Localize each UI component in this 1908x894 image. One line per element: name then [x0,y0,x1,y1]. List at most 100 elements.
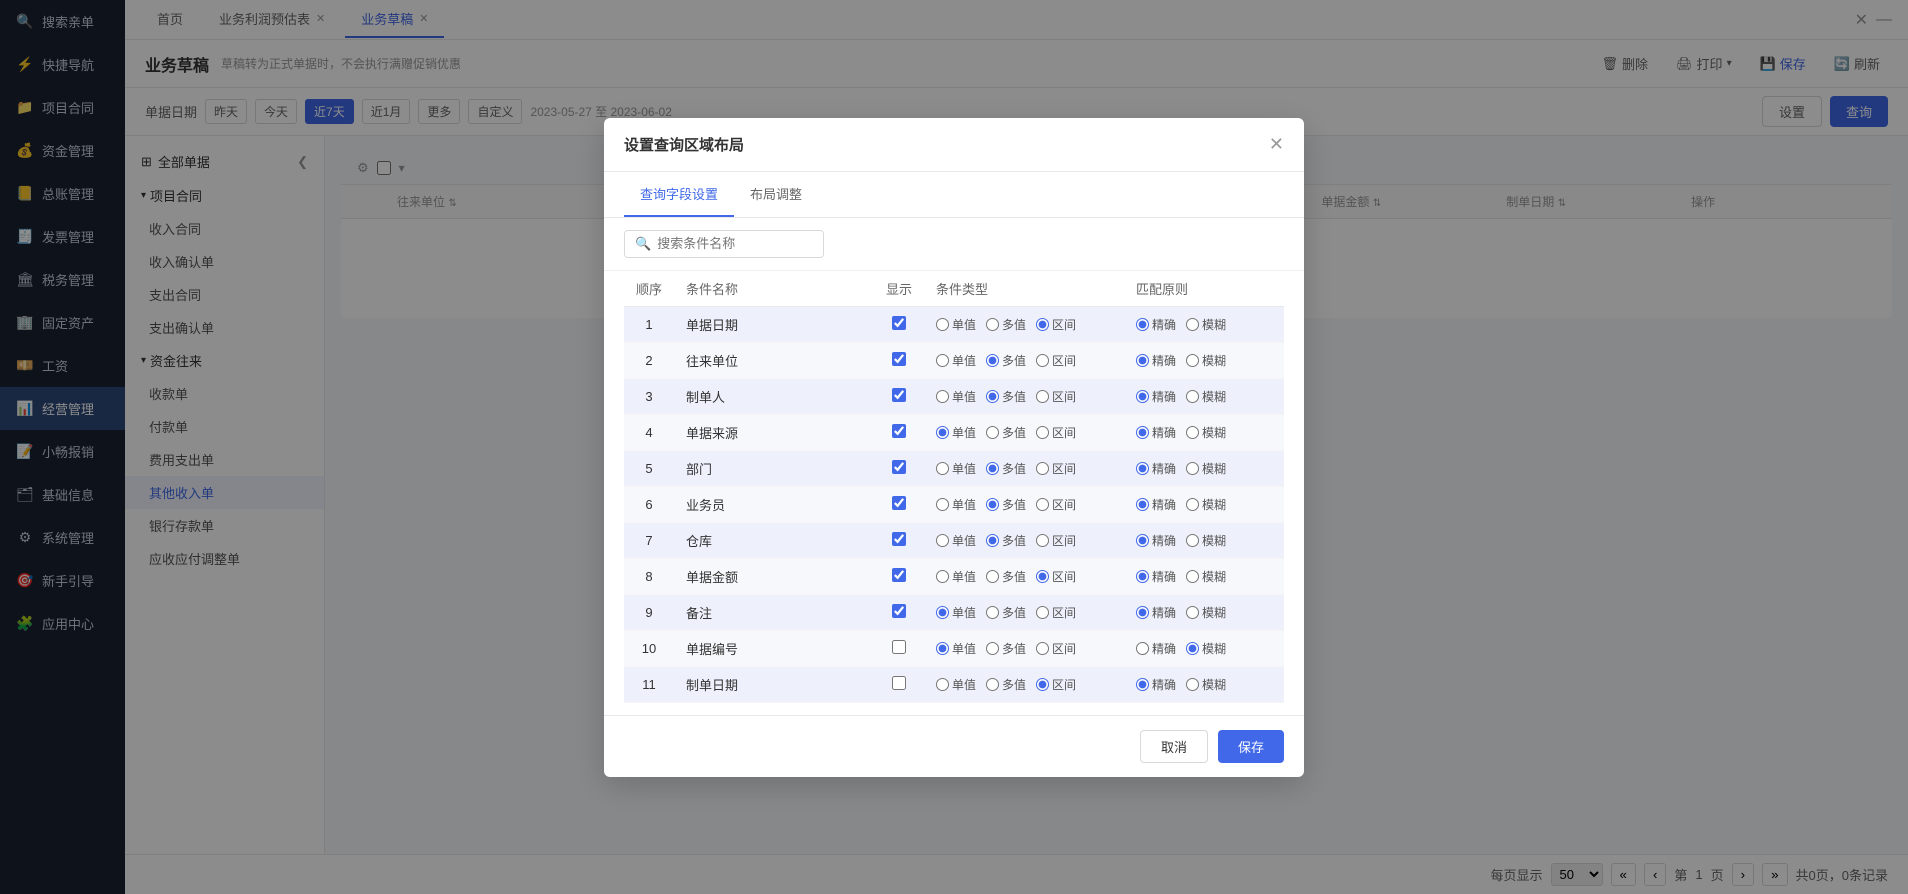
match-option-模糊[interactable]: 模糊 [1186,460,1226,477]
show-checkbox-1[interactable] [892,316,906,330]
match-radio-11-模糊[interactable] [1186,678,1199,691]
match-option-模糊[interactable]: 模糊 [1186,604,1226,621]
type-option-单值[interactable]: 单值 [936,424,976,441]
match-radio-8-模糊[interactable] [1186,570,1199,583]
type-option-区间[interactable]: 区间 [1036,532,1076,549]
type-option-单值[interactable]: 单值 [936,316,976,333]
type-option-多值[interactable]: 多值 [986,640,1026,657]
show-checkbox-8[interactable] [892,568,906,582]
type-radio-3-区间[interactable] [1036,390,1049,403]
type-option-单值[interactable]: 单值 [936,460,976,477]
type-radio-11-多值[interactable] [986,678,999,691]
match-option-精确[interactable]: 精确 [1136,640,1176,657]
show-checkbox-10[interactable] [892,640,906,654]
type-radio-2-多值[interactable] [986,354,999,367]
match-radio-4-精确[interactable] [1136,426,1149,439]
type-option-区间[interactable]: 区间 [1036,676,1076,693]
cancel-button[interactable]: 取消 [1140,730,1208,763]
type-radio-5-单值[interactable] [936,462,949,475]
type-radio-6-区间[interactable] [1036,498,1049,511]
type-option-多值[interactable]: 多值 [986,532,1026,549]
match-option-精确[interactable]: 精确 [1136,424,1176,441]
match-radio-6-精确[interactable] [1136,498,1149,511]
match-radio-9-模糊[interactable] [1186,606,1199,619]
type-option-多值[interactable]: 多值 [986,388,1026,405]
show-checkbox-6[interactable] [892,496,906,510]
type-option-单值[interactable]: 单值 [936,496,976,513]
type-radio-2-单值[interactable] [936,354,949,367]
match-option-模糊[interactable]: 模糊 [1186,424,1226,441]
type-radio-7-单值[interactable] [936,534,949,547]
type-radio-10-单值[interactable] [936,642,949,655]
modal-tab-fields[interactable]: 查询字段设置 [624,172,734,217]
type-option-多值[interactable]: 多值 [986,496,1026,513]
show-checkbox-9[interactable] [892,604,906,618]
modal-close-button[interactable]: ✕ [1269,135,1284,153]
modal-search-box[interactable]: 🔍 [624,230,824,258]
match-option-精确[interactable]: 精确 [1136,352,1176,369]
type-radio-3-单值[interactable] [936,390,949,403]
save-confirm-button[interactable]: 保存 [1218,730,1284,763]
show-checkbox-5[interactable] [892,460,906,474]
type-option-多值[interactable]: 多值 [986,460,1026,477]
type-radio-3-多值[interactable] [986,390,999,403]
match-radio-5-模糊[interactable] [1186,462,1199,475]
match-radio-10-精确[interactable] [1136,642,1149,655]
type-radio-4-区间[interactable] [1036,426,1049,439]
type-option-区间[interactable]: 区间 [1036,388,1076,405]
type-option-多值[interactable]: 多值 [986,424,1026,441]
type-option-区间[interactable]: 区间 [1036,604,1076,621]
type-option-多值[interactable]: 多值 [986,568,1026,585]
type-radio-5-区间[interactable] [1036,462,1049,475]
type-radio-6-单值[interactable] [936,498,949,511]
type-radio-2-区间[interactable] [1036,354,1049,367]
match-radio-8-精确[interactable] [1136,570,1149,583]
modal-tab-layout[interactable]: 布局调整 [734,172,818,217]
type-option-单值[interactable]: 单值 [936,388,976,405]
match-option-模糊[interactable]: 模糊 [1186,532,1226,549]
type-option-区间[interactable]: 区间 [1036,460,1076,477]
show-checkbox-3[interactable] [892,388,906,402]
type-option-多值[interactable]: 多值 [986,676,1026,693]
match-radio-6-模糊[interactable] [1186,498,1199,511]
type-option-单值[interactable]: 单值 [936,640,976,657]
match-radio-2-精确[interactable] [1136,354,1149,367]
type-radio-10-区间[interactable] [1036,642,1049,655]
match-radio-11-精确[interactable] [1136,678,1149,691]
type-option-区间[interactable]: 区间 [1036,352,1076,369]
match-radio-7-精确[interactable] [1136,534,1149,547]
match-option-精确[interactable]: 精确 [1136,388,1176,405]
type-option-单值[interactable]: 单值 [936,676,976,693]
type-radio-9-区间[interactable] [1036,606,1049,619]
type-radio-5-多值[interactable] [986,462,999,475]
type-option-区间[interactable]: 区间 [1036,496,1076,513]
show-checkbox-7[interactable] [892,532,906,546]
match-radio-10-模糊[interactable] [1186,642,1199,655]
match-option-模糊[interactable]: 模糊 [1186,640,1226,657]
type-radio-4-多值[interactable] [986,426,999,439]
type-option-单值[interactable]: 单值 [936,352,976,369]
type-option-多值[interactable]: 多值 [986,352,1026,369]
type-radio-1-多值[interactable] [986,318,999,331]
type-radio-11-区间[interactable] [1036,678,1049,691]
type-option-区间[interactable]: 区间 [1036,568,1076,585]
type-radio-6-多值[interactable] [986,498,999,511]
type-option-多值[interactable]: 多值 [986,604,1026,621]
type-radio-11-单值[interactable] [936,678,949,691]
match-radio-7-模糊[interactable] [1186,534,1199,547]
type-option-单值[interactable]: 单值 [936,604,976,621]
type-option-区间[interactable]: 区间 [1036,316,1076,333]
type-option-单值[interactable]: 单值 [936,532,976,549]
modal-search-input-field[interactable] [657,236,813,251]
match-option-模糊[interactable]: 模糊 [1186,388,1226,405]
match-radio-1-模糊[interactable] [1186,318,1199,331]
type-radio-7-区间[interactable] [1036,534,1049,547]
match-radio-3-精确[interactable] [1136,390,1149,403]
match-option-模糊[interactable]: 模糊 [1186,568,1226,585]
match-option-精确[interactable]: 精确 [1136,316,1176,333]
match-radio-4-模糊[interactable] [1186,426,1199,439]
match-option-精确[interactable]: 精确 [1136,496,1176,513]
type-option-多值[interactable]: 多值 [986,316,1026,333]
type-radio-4-单值[interactable] [936,426,949,439]
type-radio-1-区间[interactable] [1036,318,1049,331]
